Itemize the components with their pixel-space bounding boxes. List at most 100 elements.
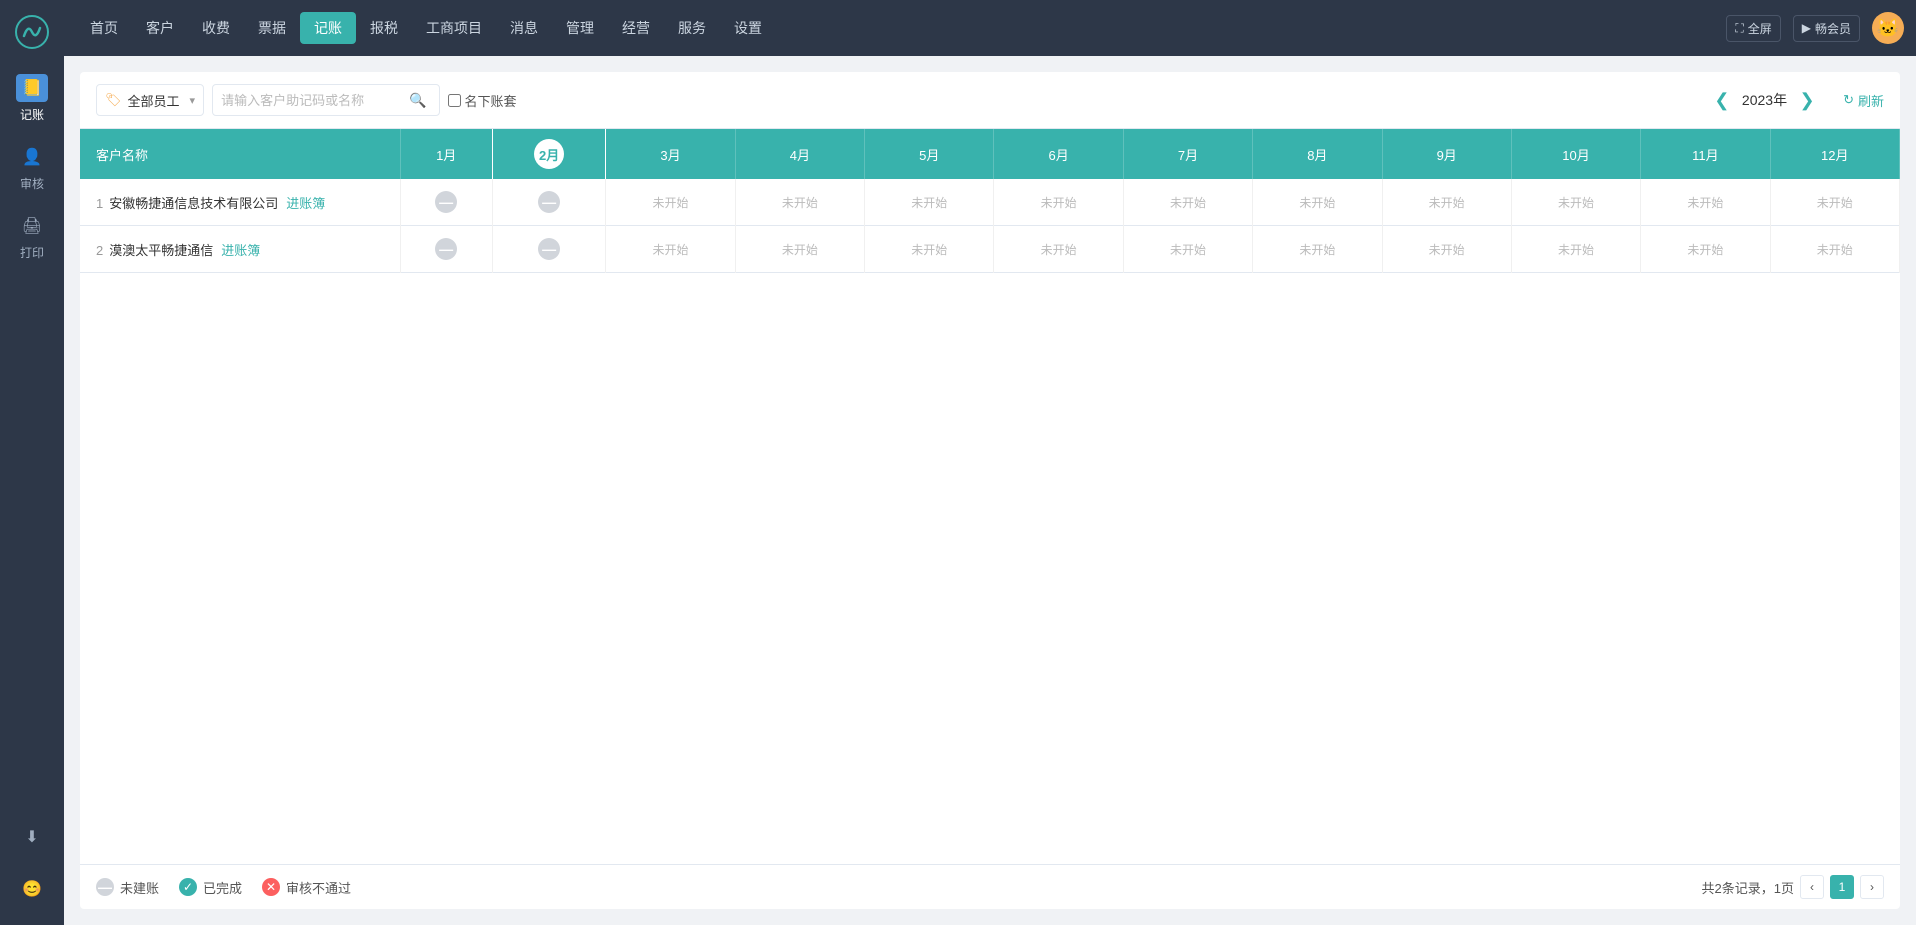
customer-name: 漠澳太平畅捷通信 xyxy=(109,243,213,258)
row-month-6: 未开始 xyxy=(994,226,1123,273)
next-page-button[interactable]: › xyxy=(1860,875,1884,899)
row-month-11: 未开始 xyxy=(1641,179,1770,226)
my-accounts-checkbox-label[interactable]: 名下账套 xyxy=(448,91,517,110)
refresh-icon: ↻ xyxy=(1843,92,1854,108)
prev-year-button[interactable]: ❮ xyxy=(1710,88,1734,112)
legend-done: ✓ 已完成 xyxy=(179,878,242,897)
row-month-10: 未开始 xyxy=(1511,226,1640,273)
status-dash-icon: — xyxy=(538,191,560,213)
page-content: 🏷 全部员工 ▾ 🔍 名下账套 ❮ 2023年 ❯ xyxy=(64,56,1916,925)
col-m11: 11月 xyxy=(1641,129,1770,179)
row-month-4: 未开始 xyxy=(735,226,864,273)
nav-message[interactable]: 消息 xyxy=(496,12,552,44)
top-navigation: 首页 客户 收费 票据 记账 报税 工商项目 消息 管理 经营 服务 设置 ⛶ … xyxy=(64,0,1916,56)
customer-name: 安徽畅捷通信息技术有限公司 xyxy=(109,196,278,211)
main-card: 🏷 全部员工 ▾ 🔍 名下账套 ❮ 2023年 ❯ xyxy=(80,72,1900,909)
nav-invoice[interactable]: 票据 xyxy=(244,12,300,44)
nav-tax[interactable]: 报税 xyxy=(356,12,412,44)
sidebar-item-support[interactable]: 😊 xyxy=(0,865,64,913)
row-month-9: 未开始 xyxy=(1382,179,1511,226)
search-button[interactable]: 🔍 xyxy=(405,90,430,111)
nav-accounting[interactable]: 记账 xyxy=(300,12,356,44)
row-month-2: — xyxy=(492,179,605,226)
nav-fee[interactable]: 收费 xyxy=(188,12,244,44)
rejected-dot: ✕ xyxy=(262,878,280,896)
next-year-button[interactable]: ❯ xyxy=(1795,88,1819,112)
table-row: 2漠澳太平畅捷通信进账簿——未开始未开始未开始未开始未开始未开始未开始未开始未开… xyxy=(80,226,1900,273)
not-started-label: 未开始 xyxy=(1170,243,1206,257)
total-records: 共2条记录，1页 xyxy=(1702,878,1794,897)
nav-service[interactable]: 服务 xyxy=(664,12,720,44)
rejected-label: 审核不通过 xyxy=(286,878,351,897)
accounting-table: 客户名称 1月 2月 3月 4月 5月 6月 7月 8月 9月 10月 11月 xyxy=(80,129,1900,273)
employee-icon: 🏷 xyxy=(105,92,122,108)
col-m5: 5月 xyxy=(865,129,994,179)
nav-business[interactable]: 工商项目 xyxy=(412,12,496,44)
nav-settings[interactable]: 设置 xyxy=(720,12,776,44)
nav-home[interactable]: 首页 xyxy=(76,12,132,44)
search-input[interactable] xyxy=(221,93,401,108)
status-dash-icon: — xyxy=(538,238,560,260)
chevron-down-icon: ▾ xyxy=(190,94,196,107)
row-name-cell: 2 漠澳太平畅捷通信进账簿 xyxy=(80,226,400,273)
not-started-label: 未开始 xyxy=(1429,243,1465,257)
row-month-2: — xyxy=(492,226,605,273)
col-m1: 1月 xyxy=(400,129,492,179)
nav-customer[interactable]: 客户 xyxy=(132,12,188,44)
enter-ledger-link[interactable]: 进账簿 xyxy=(286,196,325,211)
done-label: 已完成 xyxy=(203,878,242,897)
app-logo xyxy=(8,8,56,56)
year-display: 2023年 xyxy=(1742,90,1787,110)
row-month-6: 未开始 xyxy=(994,179,1123,226)
col-m9: 9月 xyxy=(1382,129,1511,179)
row-month-10: 未开始 xyxy=(1511,179,1640,226)
nav-operation[interactable]: 经营 xyxy=(608,12,664,44)
not-started-label: 未开始 xyxy=(911,196,947,210)
sidebar-item-audit[interactable]: 👤 审核 xyxy=(0,133,64,202)
page-1-button[interactable]: 1 xyxy=(1830,875,1854,899)
fullscreen-button[interactable]: ⛶ 全屏 xyxy=(1726,15,1780,42)
not-started-label: 未开始 xyxy=(911,243,947,257)
refresh-button[interactable]: ↻ 刷新 xyxy=(1843,91,1884,110)
user-avatar[interactable]: 🐱 xyxy=(1872,12,1904,44)
employee-select[interactable]: 🏷 全部员工 ▾ xyxy=(96,84,204,116)
audit-icon: 👤 xyxy=(16,143,48,171)
row-month-8: 未开始 xyxy=(1253,226,1382,273)
row-number: 2 xyxy=(96,243,103,258)
not-started-label: 未开始 xyxy=(1041,243,1077,257)
not-started-label: 未开始 xyxy=(653,196,689,210)
enter-ledger-link[interactable]: 进账簿 xyxy=(221,243,260,258)
legend-not-built: — 未建账 xyxy=(96,878,159,897)
row-month-12: 未开始 xyxy=(1770,179,1899,226)
col-m2: 2月 xyxy=(492,129,605,179)
table-wrapper: 客户名称 1月 2月 3月 4月 5月 6月 7月 8月 9月 10月 11月 xyxy=(80,129,1900,864)
not-built-dot: — xyxy=(96,878,114,896)
row-month-12: 未开始 xyxy=(1770,226,1899,273)
not-started-label: 未开始 xyxy=(1041,196,1077,210)
main-content: 首页 客户 收费 票据 记账 报税 工商项目 消息 管理 经营 服务 设置 ⛶ … xyxy=(64,0,1916,925)
table-header-row: 客户名称 1月 2月 3月 4月 5月 6月 7月 8月 9月 10月 11月 xyxy=(80,129,1900,179)
row-month-3: 未开始 xyxy=(606,226,735,273)
col-m10: 10月 xyxy=(1511,129,1640,179)
col-name: 客户名称 xyxy=(80,129,400,179)
not-started-label: 未开始 xyxy=(782,196,818,210)
sidebar-item-accounting[interactable]: 📒 记账 xyxy=(0,64,64,133)
row-month-7: 未开始 xyxy=(1123,226,1252,273)
nav-manage[interactable]: 管理 xyxy=(552,12,608,44)
vip-button[interactable]: ▶ 畅会员 xyxy=(1793,15,1860,42)
not-built-label: 未建账 xyxy=(120,878,159,897)
not-started-label: 未开始 xyxy=(1558,243,1594,257)
row-name-cell: 1 安徽畅捷通信息技术有限公司进账簿 xyxy=(80,179,400,226)
sidebar-item-download[interactable]: ⬇ xyxy=(0,813,64,861)
row-number: 1 xyxy=(96,196,103,211)
row-month-1: — xyxy=(400,226,492,273)
my-accounts-checkbox[interactable] xyxy=(448,94,461,107)
print-icon: 🖨 xyxy=(16,212,48,240)
prev-page-button[interactable]: ‹ xyxy=(1800,875,1824,899)
download-icon: ⬇ xyxy=(16,823,48,851)
not-started-label: 未开始 xyxy=(1299,243,1335,257)
table-footer: — 未建账 ✓ 已完成 ✕ 审核不通过 共2条记录，1页 ‹ 1 › xyxy=(80,864,1900,909)
not-started-label: 未开始 xyxy=(1429,196,1465,210)
sidebar-item-print[interactable]: 🖨 打印 xyxy=(0,202,64,271)
row-month-5: 未开始 xyxy=(865,226,994,273)
